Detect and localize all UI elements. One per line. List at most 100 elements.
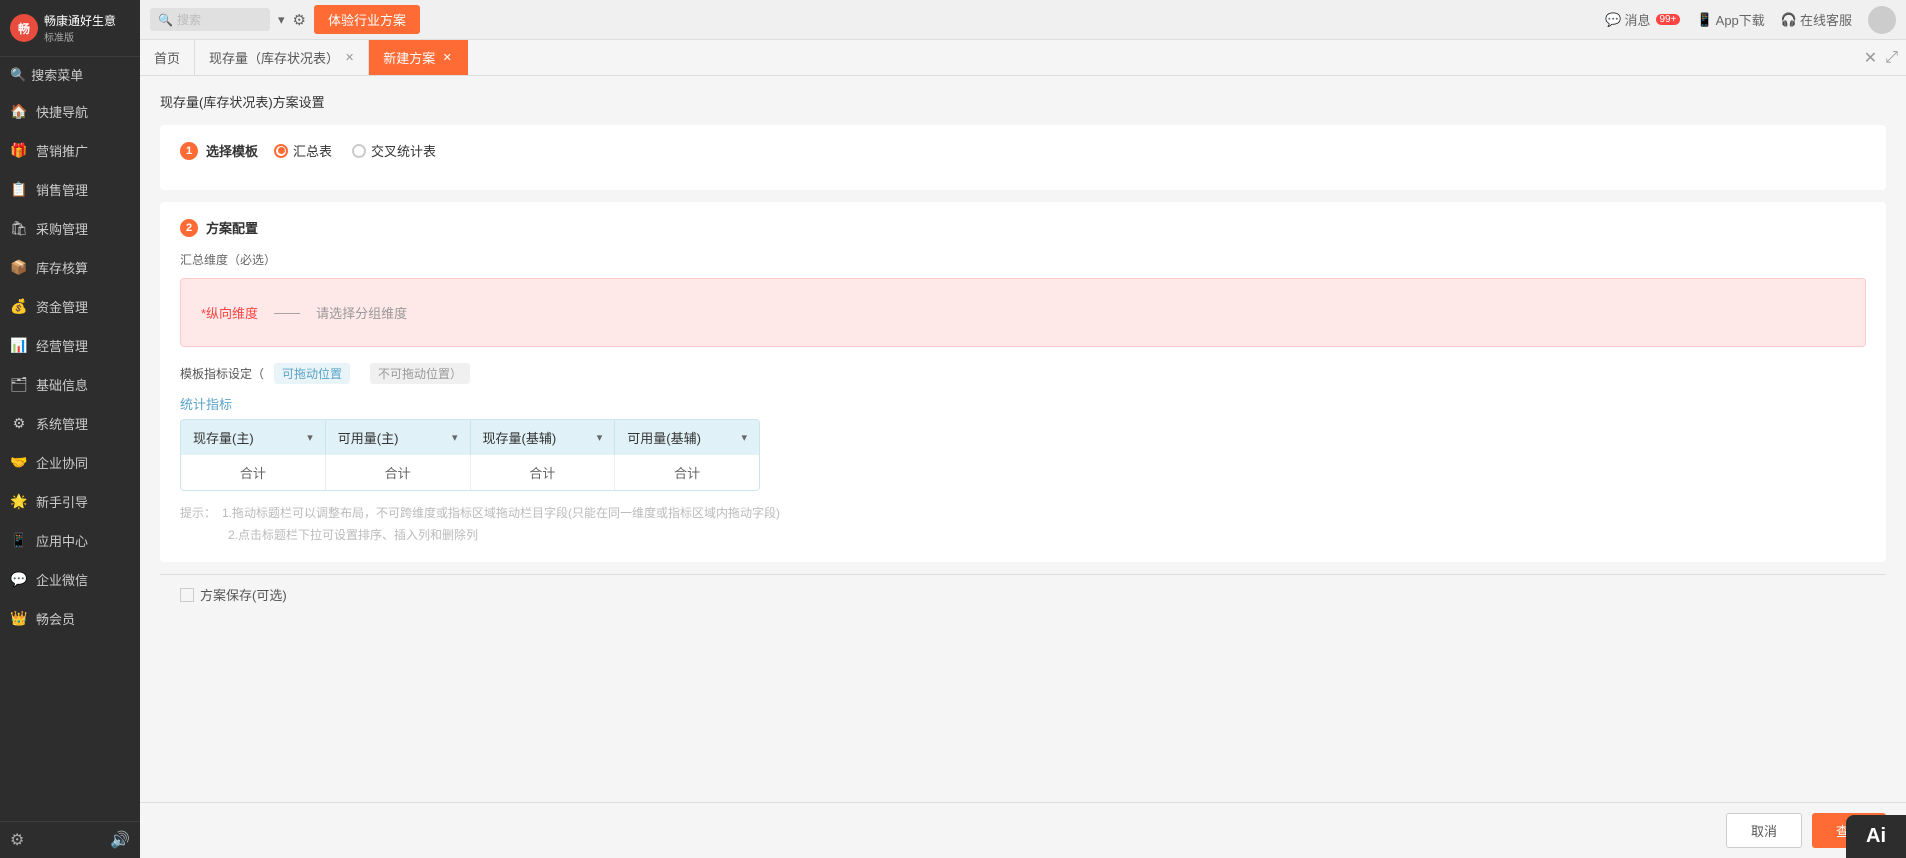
- sidebar-item-label: 企业协同: [36, 453, 88, 472]
- app-badge: 标准版: [44, 29, 116, 44]
- sidebar-item-wechat[interactable]: 💬 企业微信: [0, 560, 140, 599]
- tabbar-right: ✕ ⤢: [1864, 48, 1906, 68]
- expand-icon[interactable]: ⤢: [1885, 49, 1898, 67]
- save-option-row: 方案保存(可选): [160, 574, 1886, 614]
- sidebar-logo: 畅 畅康通好生意 标准版: [0, 0, 140, 57]
- cooperation-icon: 🤝: [10, 454, 28, 472]
- col2-chevron[interactable]: ▾: [452, 431, 458, 444]
- stats-table-row: 合计 合计 合计 合计: [181, 455, 759, 490]
- col1-chevron[interactable]: ▾: [307, 431, 313, 444]
- sidebar-item-newcomer[interactable]: 🌟 新手引导: [0, 482, 140, 521]
- topbar-right: 💬 消息 99+ 📱 App下载 🎧 在线客服: [1605, 6, 1896, 34]
- sidebar-item-basic-info[interactable]: 🗂 基础信息: [0, 365, 140, 404]
- sidebar-item-label: 销售管理: [36, 180, 88, 199]
- col3-summary: 合计: [471, 455, 616, 490]
- summary-radio-dot: [278, 147, 285, 154]
- wechat-icon: 💬: [10, 571, 28, 589]
- step1-header: 1 选择模板 汇总表 交叉统计表: [180, 141, 1866, 160]
- sidebar-item-operations[interactable]: 📊 经营管理: [0, 326, 140, 365]
- col2-label: 可用量(主): [338, 428, 399, 447]
- phone-icon: 📱: [1696, 12, 1712, 28]
- stats-col4-header[interactable]: 可用量(基辅) ▾: [615, 420, 759, 455]
- stats-col2-header[interactable]: 可用量(主) ▾: [326, 420, 471, 455]
- sidebar-item-label: 畅会员: [36, 609, 75, 628]
- sidebar-logo-text: 畅康通好生意 标准版: [44, 12, 116, 44]
- sidebar-item-label: 库存核算: [36, 258, 88, 277]
- tab-inventory-status[interactable]: 现存量（库存状况表） ✕: [195, 40, 369, 75]
- sidebar-item-system[interactable]: ⚙ 系统管理: [0, 404, 140, 443]
- sidebar-item-cooperation[interactable]: 🤝 企业协同: [0, 443, 140, 482]
- newcomer-icon: 🌟: [10, 493, 28, 511]
- sidebar-item-app-center[interactable]: 📱 应用中心: [0, 521, 140, 560]
- sidebar-search[interactable]: 🔍 搜索菜单: [0, 57, 140, 92]
- dimension-placeholder[interactable]: 请选择分组维度: [316, 303, 407, 322]
- col4-chevron[interactable]: ▾: [741, 431, 747, 444]
- finance-icon: 💰: [10, 298, 28, 316]
- app-download-item[interactable]: 📱 App下载: [1696, 10, 1764, 29]
- sidebar-item-sales[interactable]: 📋 销售管理: [0, 170, 140, 209]
- sidebar-item-membership[interactable]: 👑 畅会员: [0, 599, 140, 638]
- sidebar-item-finance[interactable]: 💰 资金管理: [0, 287, 140, 326]
- system-icon: ⚙: [10, 415, 28, 433]
- topbar-dropdown-icon[interactable]: ▾: [278, 12, 285, 28]
- tab-close-inventory[interactable]: ✕: [345, 51, 354, 64]
- page-title: 现存量(库存状况表)方案设置: [160, 92, 1886, 111]
- stats-label: 统计指标: [180, 394, 1866, 413]
- cancel-button[interactable]: 取消: [1726, 813, 1802, 848]
- dimension-box: *纵向维度 —— 请选择分组维度: [180, 278, 1866, 347]
- crosstab-radio[interactable]: [352, 144, 366, 158]
- search-icon: 🔍: [158, 13, 173, 27]
- tab-home[interactable]: 首页: [140, 40, 195, 75]
- sidebar-item-label: 应用中心: [36, 531, 88, 550]
- sidebar-item-marketing[interactable]: 🎁 营销推广: [0, 131, 140, 170]
- save-option[interactable]: 方案保存(可选): [180, 585, 1866, 604]
- ai-badge[interactable]: Ai: [1846, 815, 1906, 858]
- summary-radio[interactable]: [274, 144, 288, 158]
- settings-icon[interactable]: ⚙: [10, 830, 24, 850]
- step1-section: 1 选择模板 汇总表 交叉统计表: [160, 125, 1886, 190]
- close-window-icon[interactable]: ✕: [1864, 48, 1877, 68]
- tab-close-new-scheme[interactable]: ✕: [440, 51, 454, 65]
- basic-info-icon: 🗂: [10, 376, 28, 394]
- sidebar-item-quick-nav[interactable]: 🏠 快捷导航: [0, 92, 140, 131]
- topbar-gear-icon[interactable]: ⚙: [293, 11, 306, 29]
- col3-chevron[interactable]: ▾: [597, 431, 603, 444]
- inventory-icon: 📦: [10, 259, 28, 277]
- save-checkbox[interactable]: [180, 588, 194, 602]
- stats-table-header: 现存量(主) ▾ 可用量(主) ▾ 现存量(基辅) ▾ 可用量(基辅) ▾: [181, 420, 759, 455]
- col2-summary: 合计: [326, 455, 471, 490]
- topbar-search[interactable]: 🔍 搜索: [150, 8, 270, 31]
- sidebar-item-purchase[interactable]: 🛍 采购管理: [0, 209, 140, 248]
- search-icon: 🔍: [10, 67, 26, 83]
- speaker-icon[interactable]: 🔊: [110, 830, 130, 850]
- tab-inventory-status-label: 现存量（库存状况表）: [209, 48, 339, 67]
- message-badge: 99+: [1656, 14, 1681, 25]
- online-service-item[interactable]: 🎧 在线客服: [1781, 10, 1852, 29]
- sidebar-item-label: 基础信息: [36, 375, 88, 394]
- template-summary-option[interactable]: 汇总表: [274, 141, 332, 160]
- sidebar-item-label: 快捷导航: [36, 102, 88, 121]
- user-avatar[interactable]: [1868, 6, 1896, 34]
- sidebar-item-label: 资金管理: [36, 297, 88, 316]
- col1-summary: 合计: [181, 455, 326, 490]
- col4-label: 可用量(基辅): [627, 428, 701, 447]
- tab-new-scheme[interactable]: 新建方案 ✕: [369, 40, 468, 75]
- industry-btn[interactable]: 体验行业方案: [314, 5, 420, 34]
- online-service-label: 在线客服: [1800, 10, 1852, 29]
- step2-label: 方案配置: [206, 218, 258, 237]
- sales-icon: 📋: [10, 181, 28, 199]
- metrics-settings: 模板指标设定（ 可拖动位置 不可拖动位置）: [180, 363, 1866, 384]
- tips: 提示： 1.拖动标题栏可以调整布局，不可跨维度或指标区域拖动栏目字段(只能在同一…: [180, 503, 1866, 546]
- operations-icon: 📊: [10, 337, 28, 355]
- template-crosstab-option[interactable]: 交叉统计表: [352, 141, 436, 160]
- app-logo-icon: 畅: [10, 14, 38, 42]
- app-download-label: App下载: [1716, 10, 1765, 29]
- sidebar-item-label: 采购管理: [36, 219, 88, 238]
- stats-col1-header[interactable]: 现存量(主) ▾: [181, 420, 326, 455]
- stats-col3-header[interactable]: 现存量(基辅) ▾: [471, 420, 616, 455]
- message-item[interactable]: 💬 消息 99+: [1605, 10, 1680, 29]
- sidebar-item-inventory[interactable]: 📦 库存核算: [0, 248, 140, 287]
- metrics-settings-label: 模板指标设定（: [180, 365, 264, 382]
- step1-number: 1: [180, 142, 198, 160]
- search-placeholder: 搜索: [177, 11, 201, 28]
